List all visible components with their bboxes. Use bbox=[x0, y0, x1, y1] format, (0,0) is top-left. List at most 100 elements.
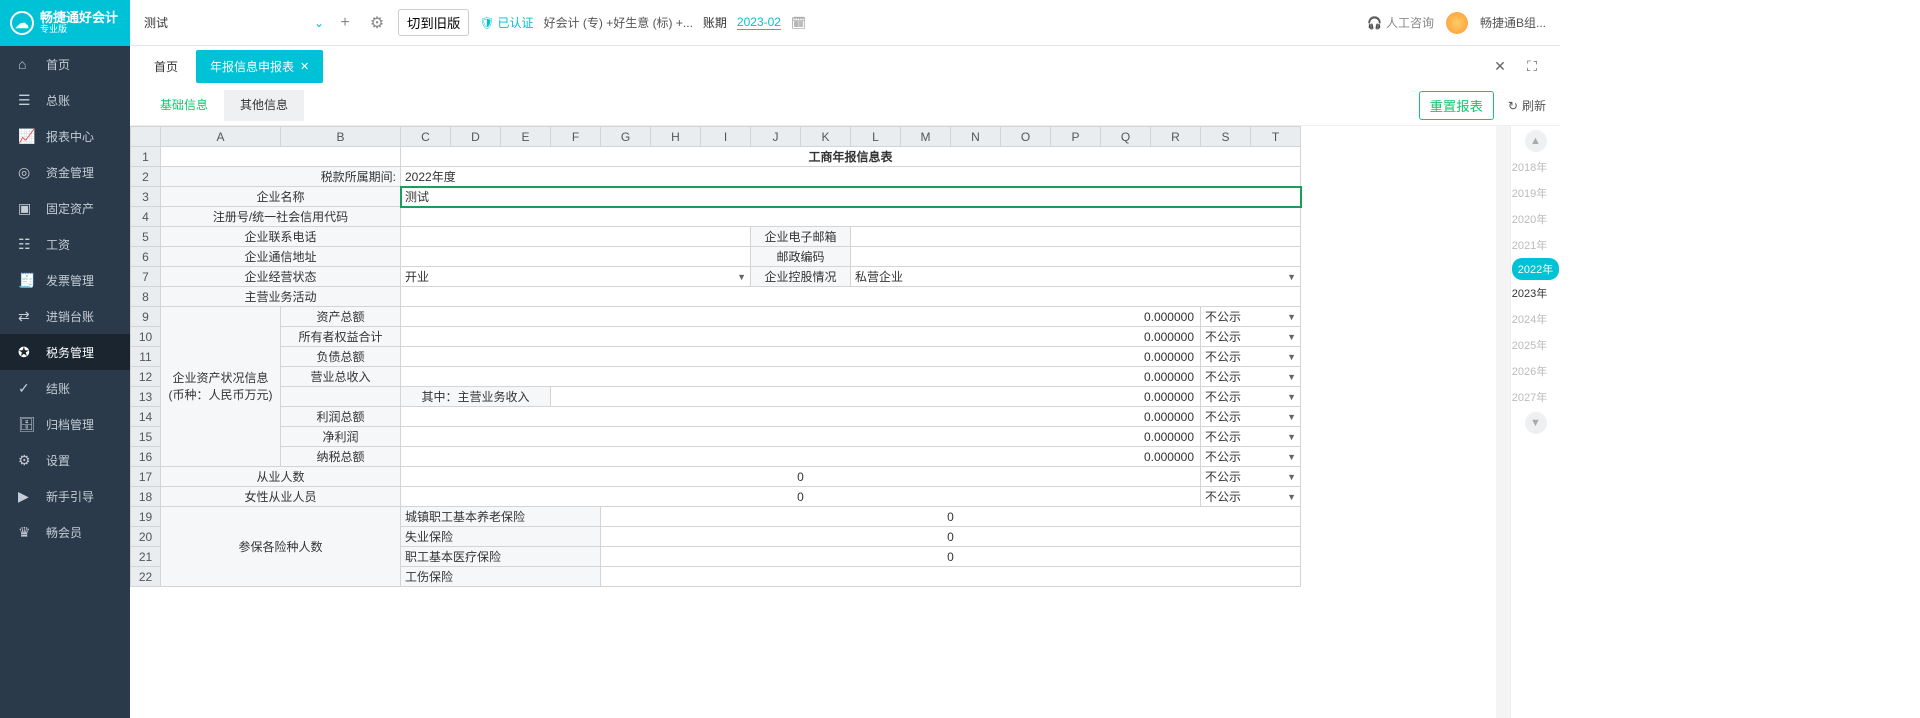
row-header[interactable]: 14 bbox=[131, 407, 161, 427]
year-2018年[interactable]: 2018年 bbox=[1512, 154, 1559, 180]
gear-icon[interactable]: ⚙ bbox=[366, 12, 388, 34]
year-2021年[interactable]: 2021年 bbox=[1512, 232, 1559, 258]
cell[interactable]: 0 bbox=[601, 507, 1301, 527]
sidebar-item-9[interactable]: ✓结账 bbox=[0, 370, 130, 406]
company-selector[interactable]: 测试 ⌄ bbox=[144, 10, 324, 36]
cell[interactable]: 企业名称 bbox=[161, 187, 401, 207]
sidebar-item-2[interactable]: 📈报表中心 bbox=[0, 118, 130, 154]
cell[interactable]: 私营企业▼ bbox=[851, 267, 1301, 287]
cell[interactable]: 0.000000 bbox=[401, 427, 1201, 447]
col-header[interactable]: P bbox=[1051, 127, 1101, 147]
row-header[interactable]: 4 bbox=[131, 207, 161, 227]
sidebar-item-1[interactable]: ☰总账 bbox=[0, 82, 130, 118]
cell[interactable]: 不公示▼ bbox=[1201, 327, 1301, 347]
sidebar-item-6[interactable]: 🧾发票管理 bbox=[0, 262, 130, 298]
sidebar-item-12[interactable]: ▶新手引导 bbox=[0, 478, 130, 514]
cell[interactable]: 0 bbox=[601, 547, 1301, 567]
cell[interactable]: 参保各险种人数 bbox=[161, 507, 401, 587]
calendar-icon[interactable]: 🗓 bbox=[791, 16, 806, 30]
fullscreen-icon[interactable]: ⛶ bbox=[1520, 54, 1544, 78]
row-header[interactable]: 8 bbox=[131, 287, 161, 307]
cell[interactable]: 0 bbox=[401, 467, 1201, 487]
corner[interactable] bbox=[131, 127, 161, 147]
row-header[interactable]: 13 bbox=[131, 387, 161, 407]
cell[interactable]: 工伤保险 bbox=[401, 567, 601, 587]
cell[interactable]: 不公示▼ bbox=[1201, 487, 1301, 507]
cell[interactable]: 企业电子邮箱 bbox=[751, 227, 851, 247]
year-2019年[interactable]: 2019年 bbox=[1512, 180, 1559, 206]
row-header[interactable]: 6 bbox=[131, 247, 161, 267]
cell[interactable] bbox=[401, 207, 1301, 227]
subtab-basic[interactable]: 基础信息 bbox=[144, 90, 224, 121]
year-2023年[interactable]: 2023年 bbox=[1512, 280, 1559, 306]
col-header[interactable]: N bbox=[951, 127, 1001, 147]
year-2025年[interactable]: 2025年 bbox=[1512, 332, 1559, 358]
cell[interactable] bbox=[161, 147, 401, 167]
cell[interactable] bbox=[851, 227, 1301, 247]
year-down-icon[interactable]: ▼ bbox=[1525, 412, 1547, 434]
sidebar-item-10[interactable]: 🗄归档管理 bbox=[0, 406, 130, 442]
cell[interactable]: 0.000000 bbox=[401, 367, 1201, 387]
row-header[interactable]: 3 bbox=[131, 187, 161, 207]
row-header[interactable]: 12 bbox=[131, 367, 161, 387]
year-up-icon[interactable]: ▲ bbox=[1525, 130, 1547, 152]
row-header[interactable]: 2 bbox=[131, 167, 161, 187]
tab-home[interactable]: 首页 bbox=[140, 50, 192, 83]
cell[interactable]: 企业控股情况 bbox=[751, 267, 851, 287]
row-header[interactable]: 22 bbox=[131, 567, 161, 587]
col-header[interactable]: T bbox=[1251, 127, 1301, 147]
tab-annual-report[interactable]: 年报信息申报表 ✕ bbox=[196, 50, 323, 83]
cell[interactable]: 0.000000 bbox=[401, 307, 1201, 327]
year-2026年[interactable]: 2026年 bbox=[1512, 358, 1559, 384]
reset-button[interactable]: 重置报表 bbox=[1419, 91, 1494, 120]
year-2027年[interactable]: 2027年 bbox=[1512, 384, 1559, 410]
spreadsheet[interactable]: ABCDEFGHIJKLMNOPQRST1工商年报信息表2税款所属期间:2022… bbox=[130, 126, 1496, 718]
row-header[interactable]: 20 bbox=[131, 527, 161, 547]
cell[interactable]: 职工基本医疗保险 bbox=[401, 547, 601, 567]
cell[interactable]: 开业▼ bbox=[401, 267, 751, 287]
row-header[interactable]: 7 bbox=[131, 267, 161, 287]
cell[interactable] bbox=[601, 567, 1301, 587]
cell[interactable]: 失业保险 bbox=[401, 527, 601, 547]
close-all-icon[interactable]: ✕ bbox=[1488, 54, 1512, 78]
cell[interactable]: 测试 bbox=[401, 187, 1301, 207]
col-header[interactable]: E bbox=[501, 127, 551, 147]
sidebar-item-13[interactable]: ♛畅会员 bbox=[0, 514, 130, 550]
cell[interactable]: 0 bbox=[401, 487, 1201, 507]
cell[interactable]: 不公示▼ bbox=[1201, 307, 1301, 327]
cell[interactable]: 资产总额 bbox=[281, 307, 401, 327]
cell[interactable] bbox=[281, 387, 401, 407]
cell[interactable]: 不公示▼ bbox=[1201, 447, 1301, 467]
cell[interactable]: 0.000000 bbox=[551, 387, 1201, 407]
col-header[interactable]: A bbox=[161, 127, 281, 147]
cell[interactable]: 不公示▼ bbox=[1201, 347, 1301, 367]
sidebar-item-11[interactable]: ⚙设置 bbox=[0, 442, 130, 478]
cell[interactable]: 不公示▼ bbox=[1201, 387, 1301, 407]
cell[interactable] bbox=[401, 287, 1301, 307]
cell[interactable] bbox=[401, 247, 751, 267]
cell[interactable]: 营业总收入 bbox=[281, 367, 401, 387]
sidebar-item-0[interactable]: ⌂首页 bbox=[0, 46, 130, 82]
cell[interactable]: 企业资产状况信息(币种：人民币万元) bbox=[161, 307, 281, 467]
col-header[interactable]: S bbox=[1201, 127, 1251, 147]
col-header[interactable]: D bbox=[451, 127, 501, 147]
support-link[interactable]: 🎧 人工咨询 bbox=[1367, 14, 1434, 31]
col-header[interactable]: M bbox=[901, 127, 951, 147]
row-header[interactable]: 15 bbox=[131, 427, 161, 447]
cell[interactable]: 0.000000 bbox=[401, 407, 1201, 427]
cell[interactable]: 企业通信地址 bbox=[161, 247, 401, 267]
sidebar-item-3[interactable]: ◎资金管理 bbox=[0, 154, 130, 190]
col-header[interactable]: Q bbox=[1101, 127, 1151, 147]
col-header[interactable]: R bbox=[1151, 127, 1201, 147]
cell[interactable] bbox=[851, 247, 1301, 267]
col-header[interactable]: H bbox=[651, 127, 701, 147]
subtab-other[interactable]: 其他信息 bbox=[224, 90, 304, 121]
col-header[interactable]: K bbox=[801, 127, 851, 147]
row-header[interactable]: 18 bbox=[131, 487, 161, 507]
row-header[interactable]: 9 bbox=[131, 307, 161, 327]
refresh-button[interactable]: ↻ 刷新 bbox=[1508, 97, 1546, 114]
cell[interactable]: 0 bbox=[601, 527, 1301, 547]
avatar[interactable] bbox=[1446, 12, 1468, 34]
row-header[interactable]: 21 bbox=[131, 547, 161, 567]
row-header[interactable]: 11 bbox=[131, 347, 161, 367]
